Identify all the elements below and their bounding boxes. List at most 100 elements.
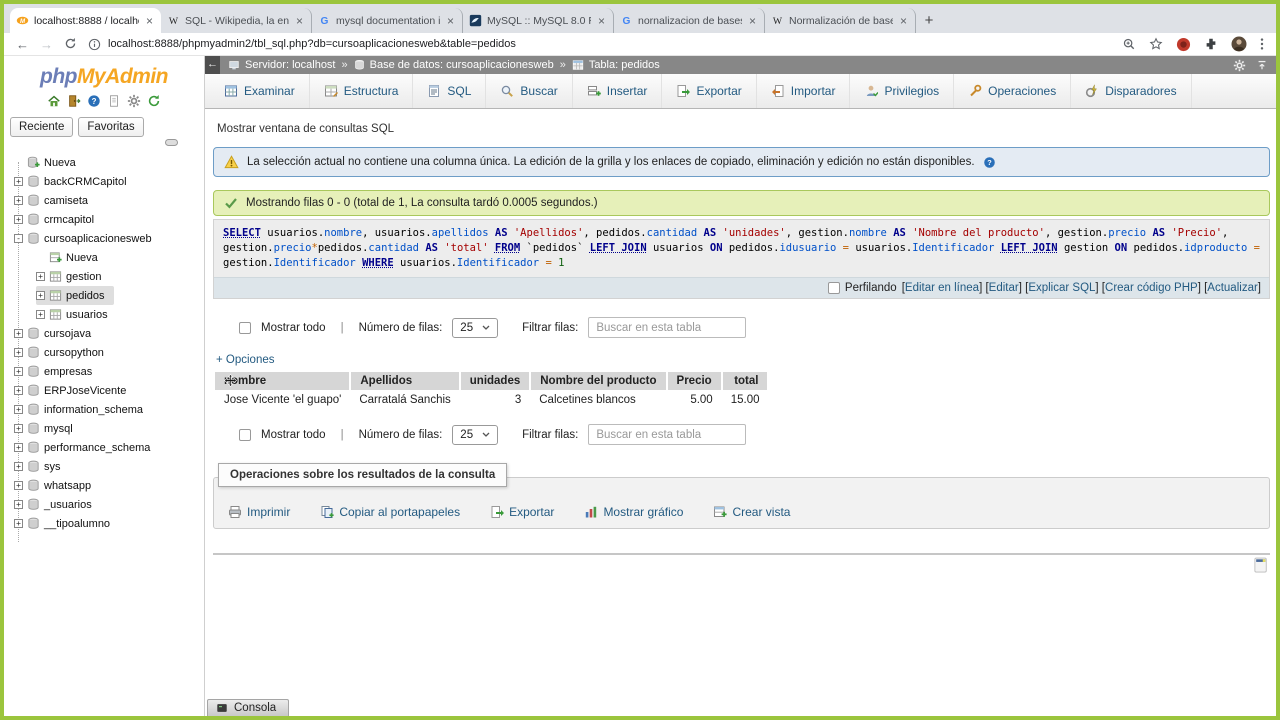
sql-link[interactable]: Editar en línea xyxy=(905,282,979,294)
query-window-icon[interactable] xyxy=(1254,556,1268,574)
profiling-checkbox[interactable] xyxy=(827,282,840,294)
profile-avatar[interactable] xyxy=(1231,36,1247,52)
tree-item-performance_schema[interactable]: + performance_schema xyxy=(14,438,159,457)
tree-item-usuarios[interactable]: + usuarios xyxy=(36,305,117,324)
tree-item-label[interactable]: pedidos xyxy=(66,290,105,302)
column-header[interactable]: unidades xyxy=(459,372,532,390)
nav-tab-exportar[interactable]: Exportar xyxy=(662,74,757,108)
column-header[interactable]: total xyxy=(721,372,770,390)
browser-tab[interactable]: Mlocalhost:8888 / localhost / cu × xyxy=(10,8,161,33)
recent-tab[interactable]: Reciente xyxy=(10,117,74,137)
page-settings-gear-icon[interactable] xyxy=(1233,59,1246,72)
tree-item-label[interactable]: information_schema xyxy=(44,404,143,416)
tree-item-ERPJoseVicente[interactable]: + ERPJoseVicente xyxy=(14,381,135,400)
tree-expander-icon[interactable]: + xyxy=(14,196,23,205)
favorites-tab[interactable]: Favoritas xyxy=(78,117,144,137)
operation-crear-vista[interactable]: Crear vista xyxy=(713,505,790,519)
reload-icon[interactable] xyxy=(64,37,77,52)
tree-item-whatsapp[interactable]: + whatsapp xyxy=(14,476,100,495)
sql-link[interactable]: Actualizar xyxy=(1207,282,1258,294)
panel-resize-handle[interactable] xyxy=(165,139,178,146)
tree-item-label[interactable]: mysql xyxy=(44,423,73,435)
browser-tab[interactable]: Gmysql documentation insert - E × xyxy=(312,8,463,33)
tab-close-icon[interactable]: × xyxy=(898,14,909,28)
tree-item-backCRMCapitol[interactable]: + backCRMCapitol xyxy=(14,172,136,191)
column-header[interactable]: Apellidos xyxy=(350,372,461,390)
tab-close-icon[interactable]: × xyxy=(294,14,305,28)
tree-item-label[interactable]: gestion xyxy=(66,271,101,283)
tree-expander-icon[interactable]: + xyxy=(14,462,23,471)
tree-item-camiseta[interactable]: + camiseta xyxy=(14,191,97,210)
tree-item-label[interactable]: whatsapp xyxy=(44,480,91,492)
tab-close-icon[interactable]: × xyxy=(596,14,607,28)
show-all-checkbox[interactable] xyxy=(239,428,251,441)
info-icon[interactable] xyxy=(88,38,101,51)
tab-close-icon[interactable]: × xyxy=(144,14,155,28)
tree-item-pedidos[interactable]: + pedidos xyxy=(36,286,114,305)
tree-expander-icon[interactable]: + xyxy=(36,291,45,300)
forward-icon[interactable]: → xyxy=(40,38,53,51)
tree-item-label[interactable]: camiseta xyxy=(44,195,88,207)
tree-item-empresas[interactable]: + empresas xyxy=(14,362,101,381)
tree-item-Nueva[interactable]: Nueva xyxy=(36,248,107,267)
tree-item-crmcapitol[interactable]: + crmcapitol xyxy=(14,210,103,229)
url-text[interactable]: localhost:8888/phpmyadmin2/tbl_sql.php?d… xyxy=(108,38,516,50)
tree-expander-icon[interactable]: + xyxy=(14,519,23,528)
breadcrumb-database[interactable]: Base de datos: cursoaplicacionesweb xyxy=(370,59,554,71)
extensions-puzzle-icon[interactable] xyxy=(1204,37,1218,51)
show-all-checkbox[interactable] xyxy=(239,321,251,334)
table-search-input[interactable] xyxy=(588,424,747,445)
tree-expander-icon[interactable]: + xyxy=(14,177,23,186)
bookmark-star-icon[interactable] xyxy=(1149,37,1163,51)
tree-item-Nueva[interactable]: Nueva xyxy=(14,153,85,172)
column-header[interactable]: Precio xyxy=(666,372,723,390)
phpmyadmin-logo[interactable]: phpMyAdmin xyxy=(4,65,204,89)
tree-item-cursoaplicacionesweb[interactable]: - cursoaplicacionesweb xyxy=(14,229,161,248)
new-tab-button[interactable]: + xyxy=(916,8,942,33)
operation-exportar[interactable]: Exportar xyxy=(490,505,554,519)
tab-close-icon[interactable]: × xyxy=(747,14,758,28)
tree-item-__tipoalumno[interactable]: + __tipoalumno xyxy=(14,514,119,533)
tree-item-label[interactable]: backCRMCapitol xyxy=(44,176,127,188)
tree-item-label[interactable]: Nueva xyxy=(66,252,98,264)
url-bar[interactable]: localhost:8888/phpmyadmin2/tbl_sql.php?d… xyxy=(88,38,1111,51)
tree-expander-icon[interactable]: + xyxy=(14,443,23,452)
nav-tab-sql[interactable]: SQL xyxy=(413,74,487,108)
documentation-icon[interactable] xyxy=(107,94,121,108)
browser-tab[interactable]: MySQL :: MySQL 8.0 Referenc × xyxy=(463,8,614,33)
collapse-nav-icon[interactable]: ← xyxy=(205,56,220,74)
back-icon[interactable]: ← xyxy=(16,38,29,51)
tab-close-icon[interactable]: × xyxy=(445,14,456,28)
home-icon[interactable] xyxy=(47,94,61,108)
tree-item-label[interactable]: _usuarios xyxy=(44,499,92,511)
refresh-icon[interactable] xyxy=(147,94,161,108)
tree-expander-icon[interactable]: - xyxy=(14,234,23,243)
breadcrumb-server[interactable]: Servidor: localhost xyxy=(245,59,336,71)
nav-tab-disparadores[interactable]: Disparadores xyxy=(1071,74,1192,108)
adblock-extension-icon[interactable] xyxy=(1176,37,1191,52)
rows-count-select[interactable]: 25 xyxy=(452,317,499,338)
options-toggle[interactable]: + Opciones xyxy=(216,354,1270,366)
nav-tab-importar[interactable]: Importar xyxy=(757,74,851,108)
tree-item-label[interactable]: cursojava xyxy=(44,328,91,340)
nav-tab-privilegios[interactable]: Privilegios xyxy=(850,74,955,108)
tree-expander-icon[interactable]: + xyxy=(14,405,23,414)
tree-item-label[interactable]: cursoaplicacionesweb xyxy=(44,233,152,245)
nav-tab-examinar[interactable]: Examinar xyxy=(210,74,310,108)
tree-item-label[interactable]: sys xyxy=(44,461,61,473)
tree-item-label[interactable]: __tipoalumno xyxy=(44,518,110,530)
tree-item-cursojava[interactable]: + cursojava xyxy=(14,324,100,343)
table-search-input[interactable] xyxy=(588,317,747,338)
tree-item-_usuarios[interactable]: + _usuarios xyxy=(14,495,101,514)
tree-item-label[interactable]: Nueva xyxy=(44,157,76,169)
tree-item-label[interactable]: ERPJoseVicente xyxy=(44,385,126,397)
tree-item-label[interactable]: performance_schema xyxy=(44,442,150,454)
breadcrumb-table[interactable]: Tabla: pedidos xyxy=(589,59,660,71)
nav-tab-estructura[interactable]: Estructura xyxy=(310,74,414,108)
nav-tab-insertar[interactable]: Insertar xyxy=(573,74,663,108)
column-header[interactable]: nombre xyxy=(215,372,352,390)
tree-item-label[interactable]: crmcapitol xyxy=(44,214,94,226)
query-window-link[interactable]: Mostrar ventana de consultas SQL xyxy=(217,123,1270,135)
tree-item-gestion[interactable]: + gestion xyxy=(36,267,110,286)
tree-expander-icon[interactable]: + xyxy=(36,310,45,319)
